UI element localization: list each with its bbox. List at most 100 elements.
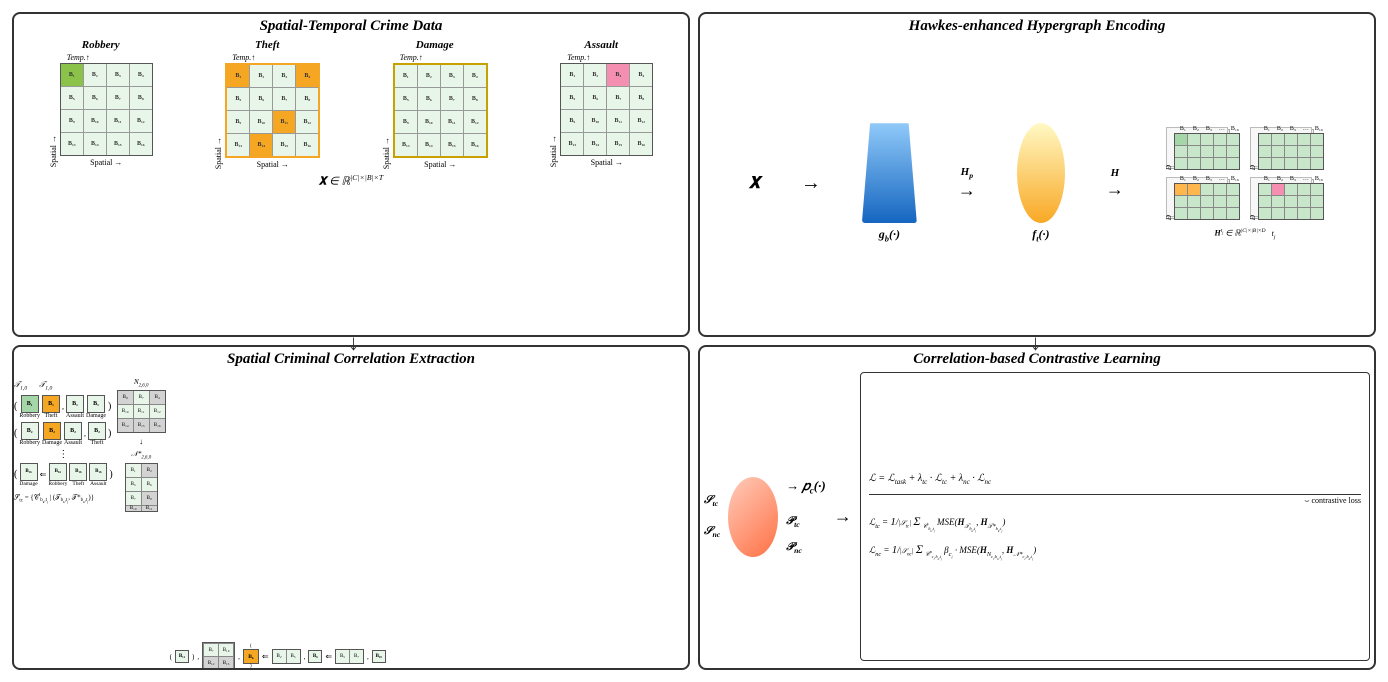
panel-title-hawkes: Hawkes-enhanced Hypergraph Encoding bbox=[700, 14, 1374, 37]
hg-output-matrices: B₁B₂B₃…B₁₆ D bbox=[1165, 126, 1325, 240]
ft-label: ft(·) bbox=[1032, 227, 1049, 243]
theft-cell-b12: B₁₂ bbox=[296, 111, 318, 133]
hg-matrix1-front: B₁B₂B₃…B₁₆ D bbox=[1165, 126, 1241, 170]
panel-contrastive-learning: Correlation-based Contrastive Learning 𝒮… bbox=[698, 345, 1376, 670]
robbery-cell-b7: B₇ bbox=[107, 87, 129, 109]
theft-title: Theft bbox=[255, 39, 279, 51]
gb-encoder: gb(·) bbox=[862, 123, 917, 243]
robbery-matrix-container: Robbery Temp.↑ Spatial → B₁ B₂ bbox=[49, 39, 153, 167]
corr-row1: ( B₁ Robbery B₁ Theft , B₁ Assault bbox=[14, 395, 113, 419]
b1-robbery-label: Robbery bbox=[19, 413, 40, 419]
robbery-cell-b10: B₁₀ bbox=[84, 110, 106, 132]
damage-cell-b2: B₂ bbox=[418, 65, 440, 87]
panel-hawkes: Hawkes-enhanced Hypergraph Encoding 𝐗 → … bbox=[698, 12, 1376, 337]
robbery-x-axis: Spatial → bbox=[60, 158, 153, 167]
assault-cell-b12: B₁₂ bbox=[630, 110, 652, 132]
damage-cell-b1: B₁ bbox=[395, 65, 417, 87]
assault-cell-b11: B₁₁ bbox=[607, 110, 629, 132]
tau-row1: 𝒯1,0 𝒯1,0 bbox=[14, 380, 113, 392]
damage-cell-b6: B₆ bbox=[418, 88, 440, 110]
robbery-cell-b13: B₁₃ bbox=[61, 133, 83, 155]
bl-b10-cell: B₁₀ bbox=[372, 650, 386, 663]
panel-spatial-temporal: Spatial-Temporal Crime Data Robbery Temp… bbox=[12, 12, 690, 337]
damage-cell-b16: B₁₆ bbox=[464, 134, 486, 156]
arrow-to-equations: → bbox=[830, 372, 856, 661]
assault-cell-b8: B₈ bbox=[630, 87, 652, 109]
b16-theft-label: Theft bbox=[72, 481, 84, 487]
bl-b11-cell: B₁₁ bbox=[175, 650, 189, 663]
b16-assault-cell: B₁₆ bbox=[89, 463, 107, 481]
vertical-arrow-right: ↓ bbox=[1030, 330, 1041, 356]
assault-cell-b10: B₁₀ bbox=[584, 110, 606, 132]
contrastive-loss-label: ⌣ contrastive loss bbox=[869, 494, 1361, 506]
assault-cell-b3: B₃ bbox=[607, 64, 629, 86]
robbery-cell-b12: B₁₂ bbox=[130, 110, 152, 132]
theft-cell-b16: B₁₆ bbox=[296, 134, 318, 156]
panel-title-spatial-temporal: Spatial-Temporal Crime Data bbox=[14, 14, 688, 37]
assault-cell-b4: B₄ bbox=[630, 64, 652, 86]
n260star-container: 𝒩*2,6,0 B₁ B₂ B₅ B₆ B₇ B₉ B₁₀ B₁₁ bbox=[125, 450, 158, 511]
damage-cell-b9: B₉ bbox=[395, 111, 417, 133]
theft-cell-b8: B₈ bbox=[296, 88, 318, 110]
robbery-title: Robbery bbox=[82, 39, 120, 51]
equations-box: ℒ = ℒtask + λtc · ℒtc + λnc · ℒnc ⌣ cont… bbox=[860, 372, 1370, 661]
assault-cell-b15: B₁₅ bbox=[607, 133, 629, 155]
robbery-cell-b9: B₉ bbox=[61, 110, 83, 132]
robbery-cell-b15: B₁₅ bbox=[107, 133, 129, 155]
hg-stack4: B₁B₂B₃…B₁₆ D bbox=[1249, 176, 1325, 220]
robbery-cell-b6: B₆ bbox=[84, 87, 106, 109]
assault-x-axis: Spatial → bbox=[560, 158, 653, 167]
damage-y-axis: Spatial → bbox=[382, 137, 391, 169]
assault-matrix-container: Assault Temp.↑ Spatial → B₁ B₂ B₃ B₄ bbox=[549, 39, 653, 167]
damage-matrix-container: Damage Temp.↑ Spatial → B₁ B₂ B₃ B₄ bbox=[382, 39, 488, 169]
b2-damage-cell: B₂ bbox=[43, 422, 61, 440]
b1-damage-label: Damage bbox=[86, 413, 106, 419]
damage-title: Damage bbox=[416, 39, 454, 51]
b1-robbery-cell: B₁ bbox=[21, 395, 39, 413]
damage-cell-b13: B₁₃ bbox=[395, 134, 417, 156]
robbery-cell-b5: B₅ bbox=[61, 87, 83, 109]
pnc-output-label: 𝒫nc bbox=[786, 541, 826, 555]
bl-content-layout: 𝒯1,0 𝒯1,0 ( B₁ Robbery B₁ bbox=[14, 370, 688, 670]
gb-label: gb(·) bbox=[879, 227, 900, 243]
bl-comma: , bbox=[197, 653, 199, 661]
robbery-cell-b11: B₁₁ bbox=[107, 110, 129, 132]
bl-b7b10-pair: B₇ B₁₀ B₁₂ B₁₅ bbox=[202, 642, 235, 670]
b2-theft-cell: B₂ bbox=[88, 422, 106, 440]
main-loss-eq: ℒ = ℒtask + λtc · ℒtc + λnc · ℒnc bbox=[869, 471, 1361, 488]
damage-cell-b7: B₇ bbox=[441, 88, 463, 110]
yellow-pill-shape bbox=[1017, 123, 1065, 223]
theft-cell-b7: B₇ bbox=[273, 88, 295, 110]
arrow-x-to-gb: → bbox=[801, 172, 821, 195]
theft-cell-b10: B₁₀ bbox=[250, 111, 272, 133]
bl-b2b5-grid: B₂ B₅ bbox=[272, 649, 301, 664]
bl-b11-start: ( bbox=[170, 653, 172, 661]
hp-label-area: Hp → bbox=[958, 166, 976, 201]
b1-damage-cell: B₁ bbox=[87, 395, 105, 413]
arrow-gb-to-ft: → bbox=[958, 180, 976, 201]
n260star-grid: B₁ B₂ B₅ B₆ B₇ B₉ B₁₀ B₁₁ bbox=[125, 463, 158, 512]
theft-matrix-container: Theft Temp.↑ Spatial → B₁ B₂ B₃ B₄ bbox=[214, 39, 320, 169]
b2-robbery-label: Robbery bbox=[19, 440, 40, 446]
hg-stack2: B₁B₂B₃…B₁₆ D bbox=[1249, 126, 1325, 170]
robbery-grid: B₁ B₂ B₃ B₄ B₅ B₆ B₇ B₈ B₉ B₁₀ bbox=[60, 63, 153, 156]
bl-right-formulas: ( B₁₁ ) , B₇ B₁₀ B₁₂ B₁₅ bbox=[170, 370, 386, 670]
theft-cell-b4: B₄ bbox=[296, 65, 318, 87]
b1-assault-cell: B₁ bbox=[66, 395, 84, 413]
assault-grid: B₁ B₂ B₃ B₄ B₅ B₆ B₇ B₈ B₉ B₁₀ B₁₁ bbox=[560, 63, 653, 156]
main-container: Spatial-Temporal Crime Data Robbery Temp… bbox=[0, 0, 1388, 682]
assault-cell-b6: B₆ bbox=[584, 87, 606, 109]
damage-cell-b3: B₃ bbox=[441, 65, 463, 87]
theft-cell-b3: B₃ bbox=[273, 65, 295, 87]
b2-assault-cell: B₂ bbox=[64, 422, 82, 440]
b2-robbery-cell: B₂ bbox=[21, 422, 39, 440]
ft-processor: ft(·) bbox=[1017, 123, 1065, 243]
crime-matrices-area: Robbery Temp.↑ Spatial → B₁ B₂ bbox=[14, 37, 688, 171]
contrastive-content: 𝒮tc 𝒮nc → 𝑝c(·) 𝒫tc 𝒫nc → ℒ = ℒtask + λt bbox=[700, 370, 1374, 663]
func-label: → 𝑝c(·) bbox=[786, 478, 826, 496]
top-left-formula: 𝐗 ∈ ℝ|C|×|B|×T bbox=[14, 171, 688, 191]
theft-cell-b2: B₂ bbox=[250, 65, 272, 87]
h-label-area: H → bbox=[1106, 167, 1124, 200]
b2-assault-label: Assault bbox=[64, 440, 82, 446]
bl-comma3: , bbox=[304, 653, 306, 661]
